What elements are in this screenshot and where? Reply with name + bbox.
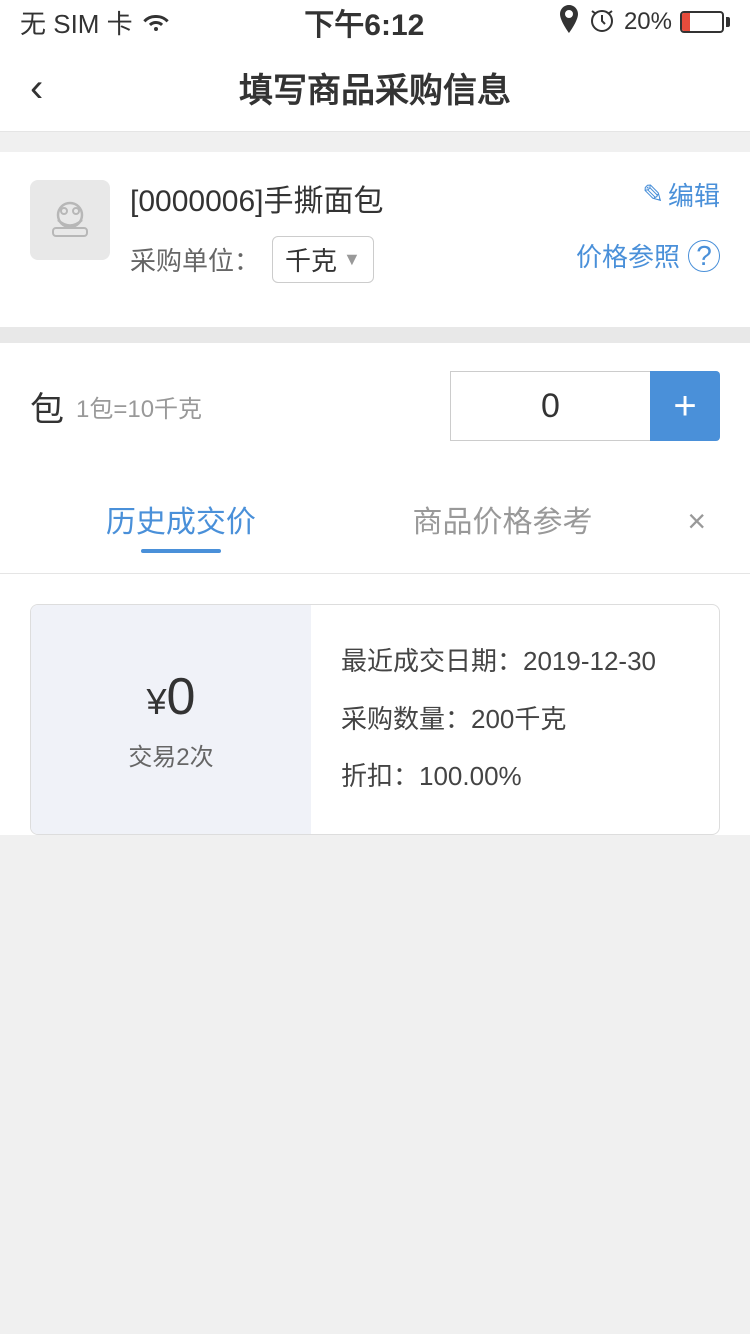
history-price-summary: ¥0 交易2次 bbox=[31, 605, 311, 834]
unit-select-dropdown[interactable]: 千克 ▼ bbox=[272, 236, 374, 283]
alarm-icon bbox=[588, 5, 616, 40]
recent-date-label: 最近成交日期： bbox=[341, 646, 523, 676]
status-left: 无 SIM 卡 bbox=[20, 4, 171, 41]
quantity-control: 0 + bbox=[450, 371, 720, 441]
discount-row: 折扣：100.00% bbox=[341, 756, 689, 798]
product-info: [0000006]手撕面包 采购单位： 千克 ▼ bbox=[30, 176, 383, 283]
battery-icon bbox=[680, 11, 730, 33]
dropdown-arrow-icon: ▼ bbox=[343, 249, 361, 270]
status-bar: 无 SIM 卡 下午6:12 20% bbox=[0, 0, 750, 44]
quantity-unit: 包 bbox=[30, 382, 64, 431]
recent-date-value: 2019-12-30 bbox=[523, 646, 656, 676]
edit-button[interactable]: ✎ 编辑 bbox=[642, 176, 720, 213]
product-name-area: [0000006]手撕面包 采购单位： 千克 ▼ bbox=[130, 176, 383, 283]
tab-price-ref-label: 商品价格参考 bbox=[412, 497, 592, 541]
history-price-display: ¥0 bbox=[147, 667, 196, 727]
help-icon[interactable]: ? bbox=[688, 240, 720, 272]
product-card: [0000006]手撕面包 采购单位： 千克 ▼ ✎ 编辑 价格参照 ? bbox=[0, 152, 750, 327]
quantity-row: 包 1包=10千克 0 + bbox=[0, 343, 750, 469]
quantity-conversion: 1包=10千克 bbox=[76, 389, 202, 424]
tab-close-button[interactable]: × bbox=[663, 483, 730, 560]
battery-text: 20% bbox=[624, 8, 672, 36]
tab-history-price[interactable]: 历史成交价 bbox=[20, 469, 342, 573]
discount-value: 100.00% bbox=[419, 761, 522, 791]
back-button[interactable]: ‹ bbox=[30, 68, 43, 108]
tab-price-reference[interactable]: 商品价格参考 bbox=[342, 469, 664, 573]
page-title: 填写商品采购信息 bbox=[239, 63, 511, 112]
purchase-quantity-row: 采购数量：200千克 bbox=[341, 699, 689, 741]
tabs-row: 历史成交价 商品价格参考 × bbox=[0, 469, 750, 574]
wifi-icon bbox=[141, 7, 171, 38]
price-ref-area: 价格参照 ? bbox=[576, 237, 720, 274]
edit-label: 编辑 bbox=[668, 176, 720, 213]
currency-symbol: ¥ bbox=[147, 681, 167, 722]
product-unit-row: 采购单位： 千克 ▼ bbox=[130, 236, 383, 283]
price-ref-button[interactable]: 价格参照 bbox=[576, 237, 680, 274]
tab-history-label: 历史成交价 bbox=[106, 497, 256, 541]
history-trade-count: 交易2次 bbox=[128, 737, 213, 772]
carrier-text: 无 SIM 卡 bbox=[20, 4, 133, 41]
history-card: ¥0 交易2次 最近成交日期：2019-12-30 采购数量：200千克 折扣：… bbox=[30, 604, 720, 835]
location-icon bbox=[558, 5, 580, 40]
quantity-label: 包 1包=10千克 bbox=[30, 382, 202, 431]
edit-icon: ✎ bbox=[642, 179, 664, 210]
section-divider bbox=[0, 327, 750, 343]
product-full-name: [0000006]手撕面包 bbox=[130, 176, 383, 220]
history-detail: 最近成交日期：2019-12-30 采购数量：200千克 折扣：100.00% bbox=[311, 605, 719, 834]
time-display: 下午6:12 bbox=[304, 0, 424, 44]
unit-label: 采购单位： bbox=[130, 241, 260, 278]
nav-bar: ‹ 填写商品采购信息 bbox=[0, 44, 750, 132]
tab-active-indicator bbox=[141, 549, 221, 553]
bottom-panel: 历史成交价 商品价格参考 × ¥0 交易2次 最近成交日期：2019-12-30… bbox=[0, 469, 750, 835]
purchase-quantity-label: 采购数量： bbox=[341, 704, 471, 734]
recent-date-row: 最近成交日期：2019-12-30 bbox=[341, 641, 689, 683]
discount-label: 折扣： bbox=[341, 761, 419, 791]
status-right: 20% bbox=[558, 5, 730, 40]
quantity-plus-button[interactable]: + bbox=[650, 371, 720, 441]
price-value: 0 bbox=[167, 668, 196, 726]
product-header: [0000006]手撕面包 采购单位： 千克 ▼ ✎ 编辑 价格参照 ? bbox=[30, 176, 720, 283]
product-thumbnail bbox=[30, 180, 110, 260]
quantity-input[interactable]: 0 bbox=[450, 371, 650, 441]
purchase-quantity-value: 200千克 bbox=[471, 704, 566, 734]
unit-value: 千克 bbox=[285, 241, 337, 278]
